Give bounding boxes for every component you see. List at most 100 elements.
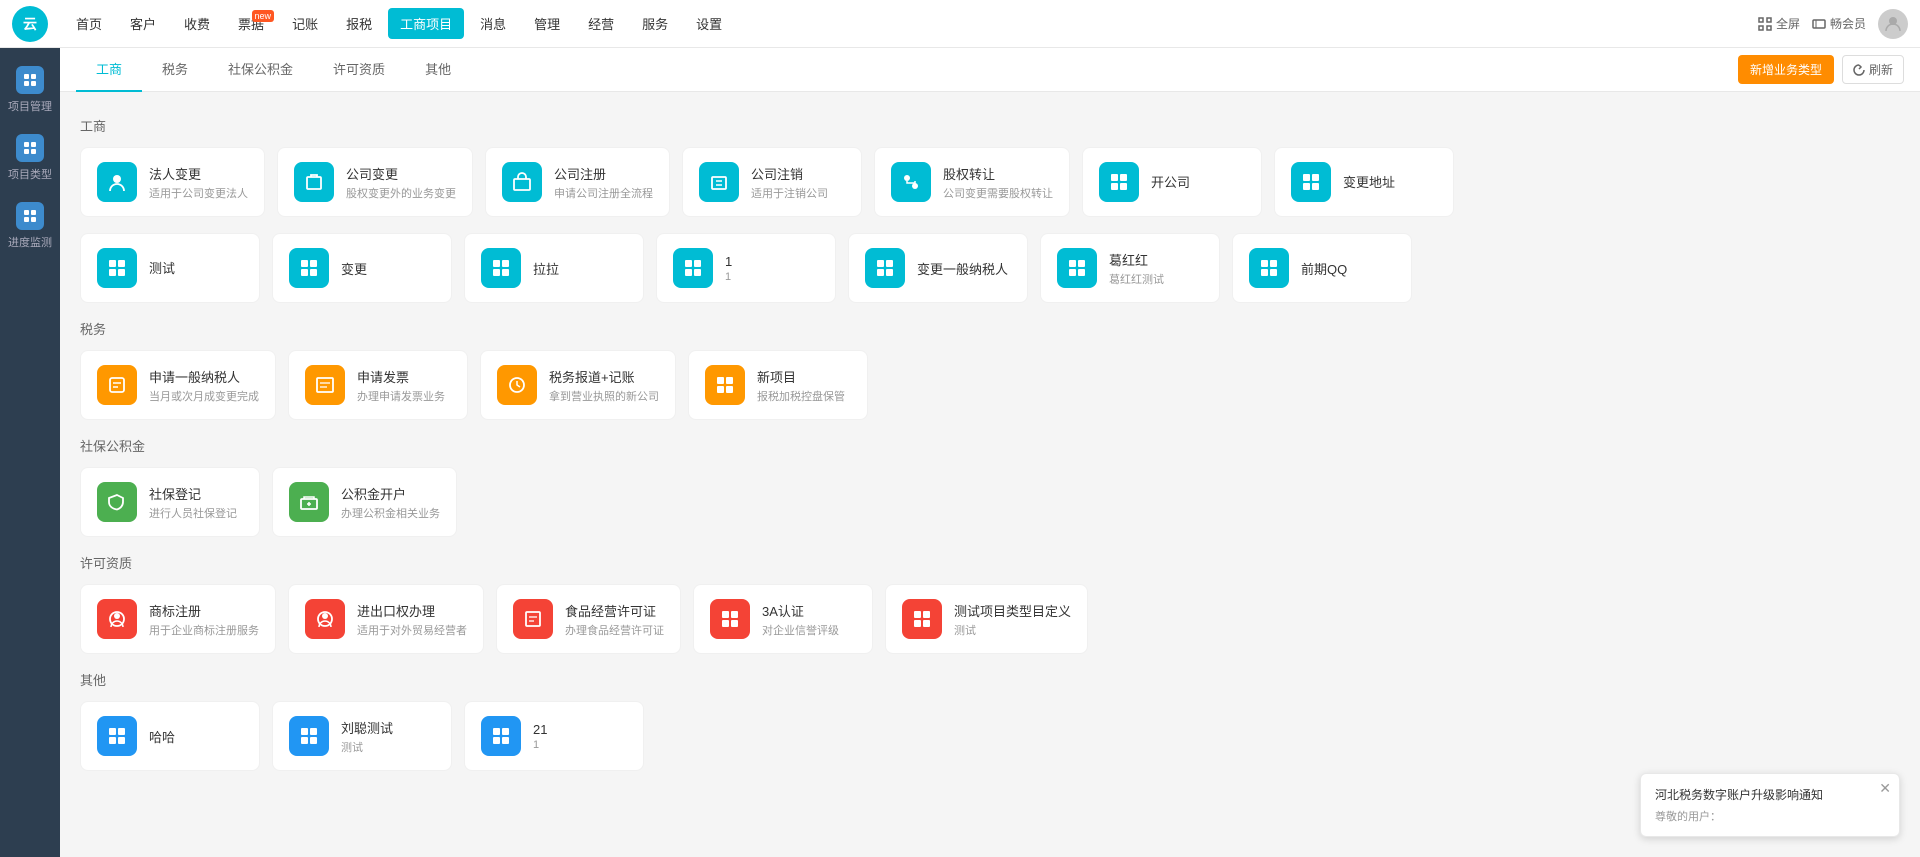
card-apply-invoice[interactable]: 申请发票 办理申请发票业务	[288, 350, 468, 420]
card-desc-equity-transfer: 公司变更需要股权转让	[943, 185, 1053, 201]
nav-tax[interactable]: 报税	[334, 8, 384, 39]
card-desc-test-project-type: 测试	[954, 622, 1071, 638]
card-name-housing-fund-open: 公积金开户	[341, 484, 440, 503]
tab-license[interactable]: 许可资质	[313, 48, 405, 92]
sidebar-item-project-type[interactable]: 项目类型	[0, 124, 60, 192]
card-new-project[interactable]: 新项目 报税加税控盘保管	[688, 350, 868, 420]
sidebar: 项目管理 项目类型 进度监测	[0, 48, 60, 857]
card-name-trademark: 商标注册	[149, 601, 259, 620]
card-desc-apply-general-taxpayer: 当月或次月成变更完成	[149, 388, 259, 404]
vip-btn[interactable]: 畅会员	[1812, 15, 1866, 32]
card-company-change[interactable]: 公司变更 股权变更外的业务变更	[277, 147, 473, 217]
card-icon-apply-general-taxpayer	[97, 365, 137, 405]
logo[interactable]: 云	[12, 6, 48, 42]
card-icon-trademark	[97, 599, 137, 639]
refresh-button[interactable]: 刷新	[1842, 55, 1904, 84]
card-change-address[interactable]: 变更地址	[1274, 147, 1454, 217]
card-equity-transfer[interactable]: 股权转让 公司变更需要股权转让	[874, 147, 1070, 217]
card-change[interactable]: 变更	[272, 233, 452, 303]
nav-bookkeeping[interactable]: 记账	[280, 8, 330, 39]
sidebar-item-project-manage[interactable]: 项目管理	[0, 56, 60, 124]
card-name-one: 1	[725, 254, 732, 269]
card-ge-honghong[interactable]: 葛红红 葛红红测试	[1040, 233, 1220, 303]
card-desc-company-change: 股权变更外的业务变更	[346, 185, 456, 201]
card-name-liucong-test: 刘聪测试	[341, 718, 393, 737]
nav-ticket[interactable]: 票据 new	[226, 8, 276, 39]
card-name-21: 21	[533, 722, 547, 737]
nav-customer[interactable]: 客户	[118, 8, 168, 39]
card-trademark[interactable]: 商标注册 用于企业商标注册服务	[80, 584, 276, 654]
sidebar-label-progress: 进度监测	[8, 234, 52, 250]
tab-other[interactable]: 其他	[405, 48, 471, 92]
card-food-license[interactable]: 食品经营许可证 办理食品经营许可证	[496, 584, 681, 654]
card-name-company-cancel: 公司注销	[751, 164, 828, 183]
cards-grid-other: 哈哈 刘聪测试 测试 21	[80, 701, 1900, 771]
avatar[interactable]	[1878, 9, 1908, 39]
sidebar-item-progress[interactable]: 进度监测	[0, 192, 60, 260]
nav-operation[interactable]: 经营	[576, 8, 626, 39]
card-qianqi-qq[interactable]: 前期QQ	[1232, 233, 1412, 303]
card-icon-legal-change	[97, 162, 137, 202]
card-open-company[interactable]: 开公司	[1082, 147, 1262, 217]
nav-settings[interactable]: 设置	[684, 8, 734, 39]
card-import-export[interactable]: 进出口权办理 适用于对外贸易经营者	[288, 584, 484, 654]
card-one[interactable]: 1 1	[656, 233, 836, 303]
card-name-lala: 拉拉	[533, 259, 559, 278]
nav-fee[interactable]: 收费	[172, 8, 222, 39]
sidebar-icon-progress	[16, 202, 44, 230]
card-name-food-license: 食品经营许可证	[565, 601, 664, 620]
card-social-security-register[interactable]: 社保登记 进行人员社保登记	[80, 467, 260, 537]
card-icon-social-security-register	[97, 482, 137, 522]
card-name-open-company: 开公司	[1151, 172, 1190, 191]
nav-business[interactable]: 工商项目	[388, 8, 464, 39]
card-3a-cert[interactable]: 3A认证 对企业信誉评级	[693, 584, 873, 654]
tab-social-security[interactable]: 社保公积金	[208, 48, 313, 92]
card-company-register[interactable]: 公司注册 申请公司注册全流程	[485, 147, 670, 217]
card-liucong-test[interactable]: 刘聪测试 测试	[272, 701, 452, 771]
card-icon-new-project	[705, 365, 745, 405]
card-21[interactable]: 21 1	[464, 701, 644, 771]
top-nav: 云 首页 客户 收费 票据 new 记账 报税 工商项目 消息 管理 经营 服务…	[0, 0, 1920, 48]
card-desc-apply-invoice: 办理申请发票业务	[357, 388, 445, 404]
card-icon-company-change	[294, 162, 334, 202]
card-change-taxpayer[interactable]: 变更一般纳税人	[848, 233, 1028, 303]
nav-service[interactable]: 服务	[630, 8, 680, 39]
sidebar-label-project-manage: 项目管理	[8, 98, 52, 114]
card-icon-housing-fund-open	[289, 482, 329, 522]
card-icon-qianqi-qq	[1249, 248, 1289, 288]
tab-business[interactable]: 工商	[76, 48, 142, 92]
tab-tax[interactable]: 税务	[142, 48, 208, 92]
section-title-license: 许可资质	[80, 553, 1900, 572]
nav-home[interactable]: 首页	[64, 8, 114, 39]
card-housing-fund-open[interactable]: 公积金开户 办理公积金相关业务	[272, 467, 457, 537]
card-haha[interactable]: 哈哈	[80, 701, 260, 771]
card-icon-equity-transfer	[891, 162, 931, 202]
nav-items: 首页 客户 收费 票据 new 记账 报税 工商项目 消息 管理 经营 服务 设…	[64, 8, 1758, 39]
card-lala[interactable]: 拉拉	[464, 233, 644, 303]
card-name-company-register: 公司注册	[554, 164, 653, 183]
card-desc-social-security-register: 进行人员社保登记	[149, 505, 237, 521]
card-desc-tax-report-bookkeeping: 拿到营业执照的新公司	[549, 388, 659, 404]
card-test-project-type[interactable]: 测试项目类型目定义 测试	[885, 584, 1088, 654]
sidebar-label-project-type: 项目类型	[8, 166, 52, 182]
card-company-cancel[interactable]: 公司注销 适用于注销公司	[682, 147, 862, 217]
nav-message[interactable]: 消息	[468, 8, 518, 39]
card-legal-change[interactable]: 法人变更 适用于公司变更法人	[80, 147, 265, 217]
fullscreen-label: 全屏	[1776, 15, 1800, 32]
card-apply-general-taxpayer[interactable]: 申请一般纳税人 当月或次月成变更完成	[80, 350, 276, 420]
card-name-3a-cert: 3A认证	[762, 601, 839, 620]
nav-manage[interactable]: 管理	[522, 8, 572, 39]
new-business-button[interactable]: 新增业务类型	[1738, 55, 1834, 84]
cards-grid-business-2: 测试 变更 拉拉	[80, 233, 1900, 303]
card-icon-one	[673, 248, 713, 288]
fullscreen-btn[interactable]: 全屏	[1758, 15, 1800, 32]
card-name-apply-invoice: 申请发票	[357, 367, 445, 386]
tabs: 工商 税务 社保公积金 许可资质 其他	[76, 48, 471, 92]
card-tax-report-bookkeeping[interactable]: 税务报道+记账 拿到营业执照的新公司	[480, 350, 676, 420]
card-desc-liucong-test: 测试	[341, 739, 393, 755]
card-icon-test-project-type	[902, 599, 942, 639]
card-desc-company-cancel: 适用于注销公司	[751, 185, 828, 201]
notification-close-button[interactable]: ✕	[1879, 780, 1891, 797]
card-icon-3a-cert	[710, 599, 750, 639]
card-test[interactable]: 测试	[80, 233, 260, 303]
